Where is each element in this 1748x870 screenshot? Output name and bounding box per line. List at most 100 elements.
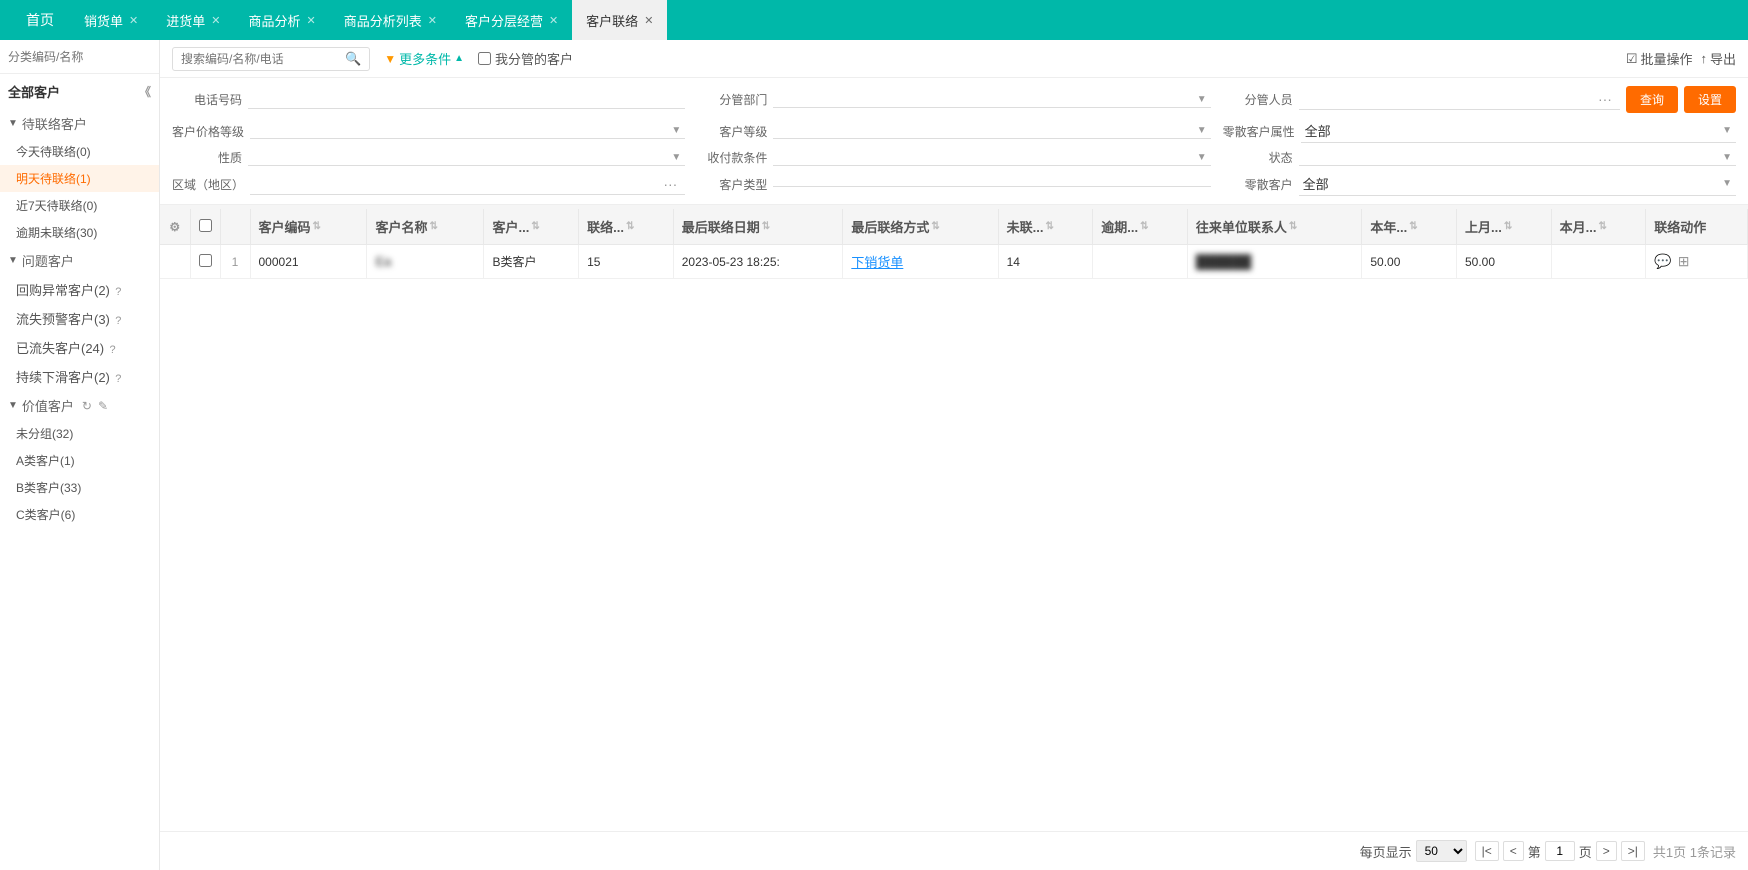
sidebar-item-type-b[interactable]: B类客户(33) (0, 474, 159, 501)
batch-op-btn[interactable]: ☑ 批量操作 (1626, 49, 1693, 68)
close-analysis-icon[interactable]: ✕ (306, 14, 315, 27)
query-button[interactable]: 查询 (1626, 86, 1678, 113)
close-sales-icon[interactable]: ✕ (129, 14, 138, 27)
retail-customer-select[interactable]: 全部 ▼ (1299, 172, 1736, 196)
nav-home[interactable]: 首页 (10, 0, 70, 40)
sidebar-search-input[interactable] (8, 50, 160, 64)
payment-select[interactable]: ▼ (773, 150, 1210, 166)
group-value-customers[interactable]: ▼ 价值客户 ↻ ✎ (0, 391, 159, 420)
select-all-checkbox[interactable] (199, 219, 212, 232)
nav-tab-customer-contact[interactable]: 客户联络 ✕ (572, 0, 667, 40)
sidebar-item-tomorrow[interactable]: 明天待联络(1) (0, 165, 159, 192)
filter-area: 电话号码 分管部门 ▼ 分管人员 ··· 查询 设置 (160, 78, 1748, 205)
sidebar-item-today[interactable]: 今天待联络(0) (0, 138, 159, 165)
sort-tmonth-icon[interactable]: ⇅ (1598, 221, 1606, 232)
row-checkbox[interactable] (199, 254, 212, 267)
sort-contacts-icon[interactable]: ⇅ (626, 221, 634, 232)
th-settings[interactable]: ⚙ (160, 209, 190, 245)
refresh-icon[interactable]: ↻ (82, 399, 92, 413)
sort-lmonth-icon[interactable]: ⇅ (1504, 221, 1512, 232)
row-last-date: 2023-05-23 18:25: (673, 245, 843, 279)
group-problem-customers[interactable]: ▼ 问题客户 (0, 246, 159, 275)
retail-attr-select[interactable]: 全部 ▼ (1301, 119, 1736, 143)
last-page-btn[interactable]: >| (1621, 841, 1645, 861)
sort-date-icon[interactable]: ⇅ (762, 221, 770, 232)
group-pending-contact[interactable]: ▼ 待联络客户 (0, 109, 159, 138)
retail-customer-arrow: ▼ (1722, 178, 1732, 189)
nav-tab-sales[interactable]: 销货单 ✕ (70, 0, 152, 40)
sort-method-icon[interactable]: ⇅ (931, 221, 939, 232)
close-tier-icon[interactable]: ✕ (549, 14, 558, 27)
nature-label: 性质 (172, 149, 242, 166)
all-customers-title[interactable]: 全部客户 《 (0, 74, 159, 109)
status-select[interactable]: ▼ (1299, 150, 1736, 166)
sort-name-icon[interactable]: ⇅ (430, 221, 438, 232)
first-page-btn[interactable]: |< (1475, 841, 1499, 861)
dept-select[interactable]: ▼ (773, 92, 1210, 108)
search-input[interactable] (181, 52, 341, 66)
sort-code-icon[interactable]: ⇅ (313, 221, 321, 232)
last-method-link[interactable]: 下销货单 (851, 255, 903, 270)
region-dots-icon[interactable]: ··· (659, 176, 681, 192)
help-icon4: ? (115, 373, 121, 385)
customer-level-select[interactable]: ▼ (773, 123, 1210, 139)
sidebar-search-box: 🔍 (0, 40, 159, 74)
export-btn[interactable]: ↑ 导出 (1700, 49, 1736, 68)
next-page-btn[interactable]: > (1596, 841, 1617, 861)
prev-page-btn[interactable]: < (1503, 841, 1524, 861)
set-button[interactable]: 设置 (1684, 86, 1736, 113)
nav-tab-purchase[interactable]: 进货单 ✕ (152, 0, 234, 40)
main-layout: 🔍 全部客户 《 ▼ 待联络客户 今天待联络(0) 明天待联络(1) 近7天待联… (0, 40, 1748, 870)
th-code: 客户编码 ⇅ (250, 209, 367, 245)
phone-input[interactable] (248, 90, 685, 109)
price-level-select[interactable]: ▼ (250, 123, 685, 139)
toolbar: 🔍 ▼ 更多条件 ▲ 我分管的客户 ☑ 批量操作 ↑ 导出 (160, 40, 1748, 78)
sidebar-item-overdue[interactable]: 逾期未联络(30) (0, 219, 159, 246)
nature-select[interactable]: ▼ (248, 150, 685, 166)
sort-uncontacted-icon[interactable]: ⇅ (1045, 221, 1053, 232)
action-icon-2[interactable]: ⊞ (1678, 253, 1690, 270)
page-input[interactable] (1545, 841, 1575, 861)
sidebar-item-7days[interactable]: 近7天待联络(0) (0, 192, 159, 219)
search-button-icon[interactable]: 🔍 (345, 51, 361, 67)
action-icons: 💬 ⊞ (1654, 253, 1739, 270)
th-checkbox (190, 209, 220, 245)
sidebar-item-type-c[interactable]: C类客户(6) (0, 501, 159, 528)
payment-arrow: ▼ (1197, 152, 1207, 163)
customer-type-select[interactable] (773, 182, 1210, 187)
chevron-up-icon: ▲ (454, 53, 464, 64)
person-select[interactable]: ··· (1299, 89, 1620, 110)
nav-tab-customer-tier[interactable]: 客户分层经营 ✕ (451, 0, 572, 40)
arrow-icon: ▼ (8, 118, 18, 129)
page-size-dropdown[interactable]: 50 100 200 (1416, 840, 1467, 862)
more-conditions-btn[interactable]: ▼ 更多条件 ▲ (378, 46, 470, 71)
row-last-month: 50.00 (1456, 245, 1551, 279)
sort-year-icon[interactable]: ⇅ (1409, 221, 1417, 232)
search-box: 🔍 (172, 47, 370, 71)
action-icon-1[interactable]: 💬 (1654, 253, 1671, 270)
sidebar-item-ungrouped[interactable]: 未分组(32) (0, 420, 159, 447)
nav-tab-analysis[interactable]: 商品分析 ✕ (234, 0, 329, 40)
edit-icon[interactable]: ✎ (98, 399, 108, 413)
sort-overdue-icon[interactable]: ⇅ (1140, 221, 1148, 232)
my-customers-checkbox[interactable] (478, 52, 491, 65)
sidebar-item-type-a[interactable]: A类客户(1) (0, 447, 159, 474)
nav-tab-analysis-list[interactable]: 商品分析列表 ✕ (330, 0, 451, 40)
sidebar-item-repurchase-abnormal[interactable]: 回购异常客户(2) ? (0, 275, 159, 304)
close-contact-icon[interactable]: ✕ (644, 14, 653, 27)
sort-cat-icon[interactable]: ⇅ (531, 221, 539, 232)
th-contacts: 联络... ⇅ (579, 209, 674, 245)
toolbar-right: ☑ 批量操作 ↑ 导出 (1626, 49, 1736, 68)
help-icon2: ? (115, 315, 121, 327)
customer-level-arrow: ▼ (1197, 125, 1207, 136)
sidebar-item-churn-warning[interactable]: 流失预警客户(3) ? (0, 304, 159, 333)
retail-attr-label: 零散客户属性 (1223, 123, 1295, 140)
sidebar-item-churned[interactable]: 已流失客户(24) ? (0, 333, 159, 362)
close-purchase-icon[interactable]: ✕ (211, 14, 220, 27)
person-dots-icon[interactable]: ··· (1594, 91, 1616, 107)
close-analysis-list-icon[interactable]: ✕ (428, 14, 437, 27)
sidebar-item-declining[interactable]: 持续下滑客户(2) ? (0, 362, 159, 391)
checkbox-icon: ☑ (1626, 51, 1638, 67)
region-select[interactable]: ··· (250, 174, 685, 195)
sort-unit-icon[interactable]: ⇅ (1289, 221, 1297, 232)
